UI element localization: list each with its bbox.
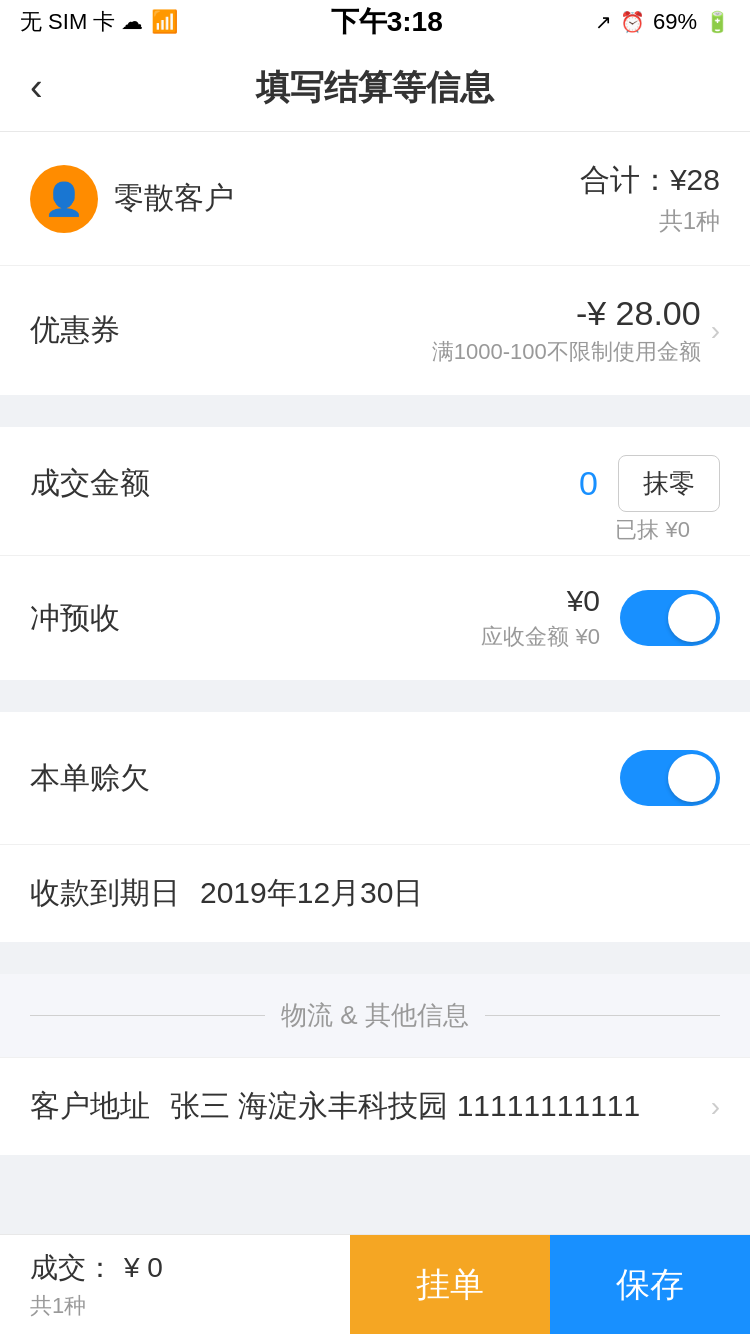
divider-3 — [0, 958, 750, 974]
back-button[interactable]: ‹ — [30, 66, 43, 109]
customer-row: 👤 零散客户 合计：¥28 共1种 — [0, 132, 750, 265]
debt-label: 本单赊欠 — [30, 758, 150, 799]
coupon-label: 优惠券 — [30, 310, 120, 351]
nav-bar: ‹ 填写结算等信息 — [0, 44, 750, 132]
customer-name: 零散客户 — [114, 178, 234, 219]
transaction-amount-input[interactable] — [538, 464, 598, 503]
coupon-right: -¥ 28.00 满1000-100不限制使用金额 › — [432, 294, 720, 367]
transaction-right: 抹零 — [538, 455, 720, 512]
duedate-row[interactable]: 收款到期日 2019年12月30日 — [0, 844, 750, 942]
duedate-label: 收款到期日 — [30, 873, 180, 914]
transaction-label: 成交金额 — [30, 463, 150, 504]
debt-toggle[interactable] — [620, 750, 720, 806]
battery-icon: 🔋 — [705, 10, 730, 34]
precollect-label: 冲预收 — [30, 598, 120, 639]
save-label: 保存 — [616, 1262, 684, 1308]
wifi-icon: 📶 — [151, 9, 178, 35]
address-value: 张三 海淀永丰科技园 11111111111 — [170, 1086, 711, 1127]
logistics-line-left — [30, 1015, 265, 1016]
battery-label: 69% — [653, 9, 697, 35]
status-left: 无 SIM 卡 ☁ 📶 — [20, 7, 178, 37]
customer-avatar: 👤 — [30, 165, 98, 233]
bottom-deal: 成交： ¥ 0 — [30, 1249, 320, 1287]
coupon-row[interactable]: 优惠券 -¥ 28.00 满1000-100不限制使用金额 › — [0, 265, 750, 395]
transaction-amount-row: 成交金额 抹零 已抹 ¥0 — [0, 427, 750, 555]
customer-total: 合计：¥28 — [580, 160, 720, 201]
customer-left: 👤 零散客户 — [30, 165, 234, 233]
location-icon: ↗ — [595, 10, 612, 34]
status-time: 下午3:18 — [331, 3, 443, 41]
status-bar: 无 SIM 卡 ☁ 📶 下午3:18 ↗ ⏰ 69% 🔋 — [0, 0, 750, 44]
divider-1 — [0, 411, 750, 427]
debt-section: 本单赊欠 收款到期日 2019年12月30日 — [0, 712, 750, 942]
bottom-deal-label: 成交： — [30, 1249, 114, 1287]
page-title: 填写结算等信息 — [256, 65, 494, 111]
logistics-line-right — [485, 1015, 720, 1016]
duedate-value: 2019年12月30日 — [200, 873, 423, 914]
customer-count: 共1种 — [580, 205, 720, 237]
round-zero-button[interactable]: 抹零 — [618, 455, 720, 512]
precollect-info: ¥0 应收金额 ¥0 — [481, 584, 600, 652]
status-right: ↗ ⏰ 69% 🔋 — [595, 9, 730, 35]
logistics-header: 物流 & 其他信息 — [0, 974, 750, 1057]
bottom-bar: 成交： ¥ 0 共1种 挂单 保存 — [0, 1234, 750, 1334]
address-chevron-icon: › — [711, 1091, 720, 1123]
bottom-count: 共1种 — [30, 1291, 320, 1321]
sim-label: 无 SIM 卡 ☁ — [20, 7, 143, 37]
address-row[interactable]: 客户地址 张三 海淀永丰科技园 11111111111 › — [0, 1057, 750, 1155]
hang-order-button[interactable]: 挂单 — [350, 1235, 550, 1335]
hang-order-label: 挂单 — [416, 1262, 484, 1308]
customer-section: 👤 零散客户 合计：¥28 共1种 优惠券 -¥ 28.00 满1000-100… — [0, 132, 750, 395]
divider-2 — [0, 696, 750, 712]
logistics-text: 物流 & 其他信息 — [281, 998, 469, 1033]
coupon-amount: -¥ 28.00 — [432, 294, 701, 333]
address-label: 客户地址 — [30, 1086, 150, 1127]
already-rounded-text: 已抹 ¥0 — [615, 517, 690, 542]
precollect-amount: ¥0 — [481, 584, 600, 618]
debt-row: 本单赊欠 — [0, 712, 750, 844]
coupon-desc: 满1000-100不限制使用金额 — [432, 337, 701, 367]
bottom-summary: 成交： ¥ 0 共1种 — [0, 1249, 350, 1321]
precollect-right: ¥0 应收金额 ¥0 — [481, 584, 720, 652]
avatar-icon: 👤 — [44, 180, 84, 218]
coupon-chevron-icon: › — [711, 315, 720, 347]
alarm-icon: ⏰ — [620, 10, 645, 34]
precollect-toggle[interactable] — [620, 590, 720, 646]
precollect-sub: 应收金额 ¥0 — [481, 622, 600, 652]
precollect-row: 冲预收 ¥0 应收金额 ¥0 — [0, 555, 750, 680]
transaction-section: 成交金额 抹零 已抹 ¥0 冲预收 ¥0 应收金额 ¥0 — [0, 427, 750, 680]
save-button[interactable]: 保存 — [550, 1235, 750, 1335]
bottom-deal-amount: ¥ 0 — [124, 1252, 163, 1284]
customer-right: 合计：¥28 共1种 — [580, 160, 720, 237]
